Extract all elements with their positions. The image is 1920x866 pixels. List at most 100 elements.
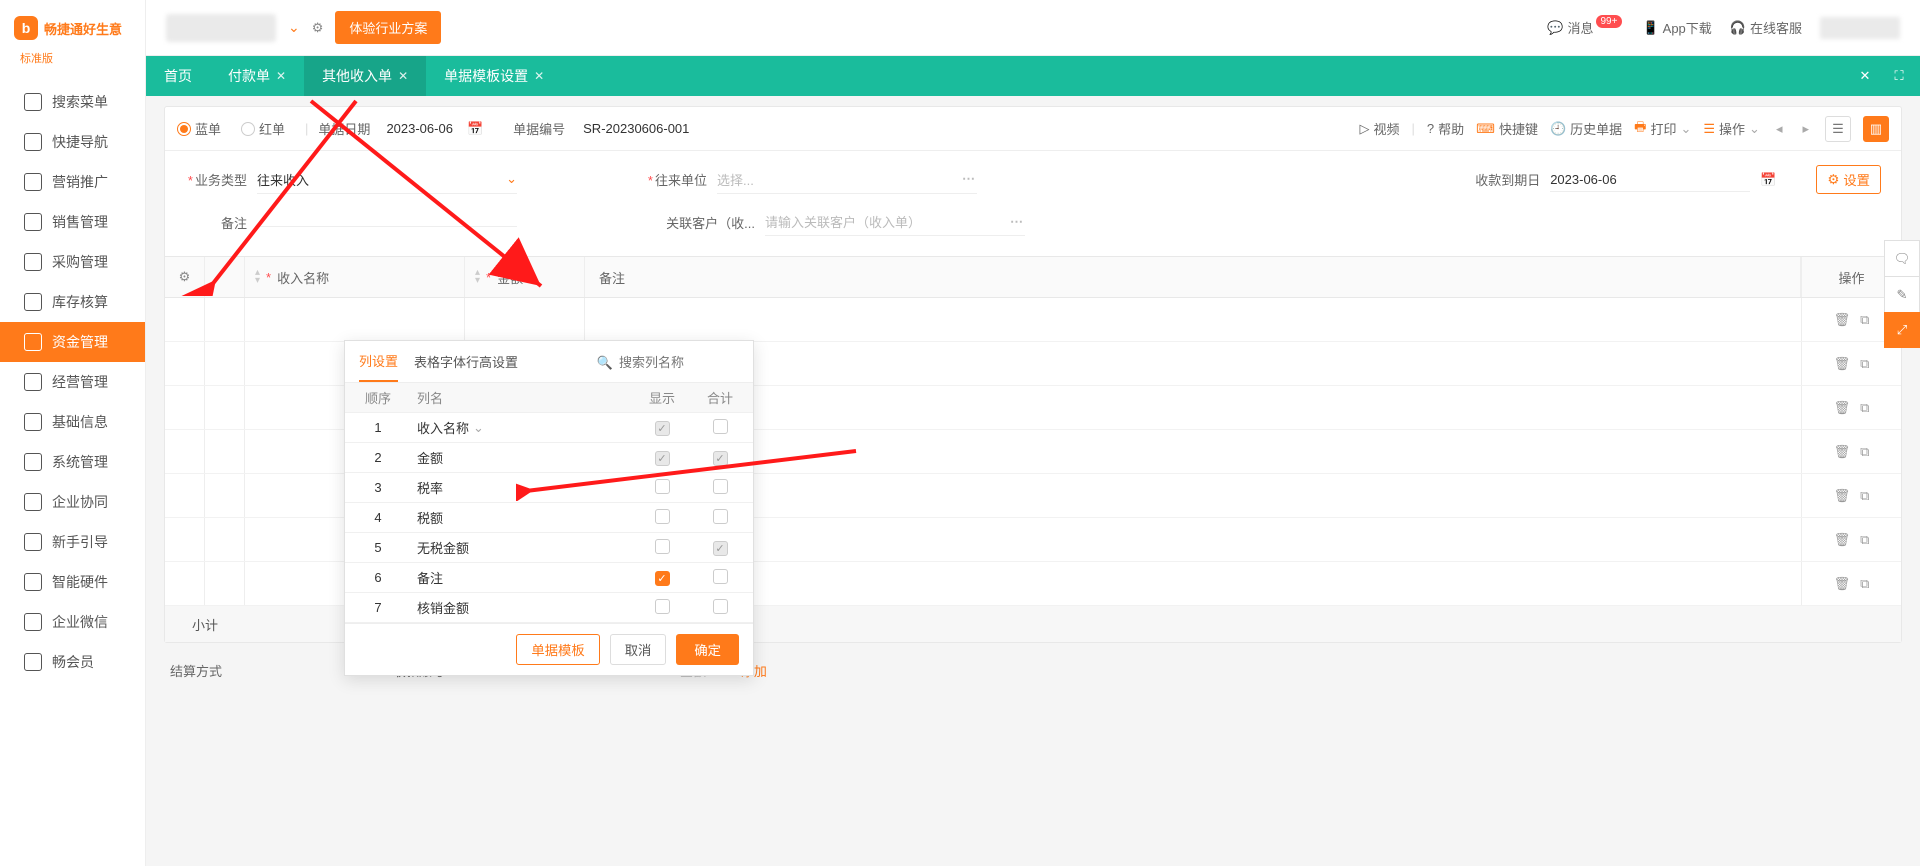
gear-icon[interactable]: ⚙ (312, 20, 324, 36)
sidebar-item-sync[interactable]: 系统管理 (0, 442, 145, 482)
sidebar-item-box[interactable]: 库存核算 (0, 282, 145, 322)
popover-tab-font[interactable]: 表格字体行高设置 (414, 352, 518, 381)
checkbox-off-icon[interactable] (655, 509, 670, 524)
delete-icon[interactable]: 🗑 (1834, 356, 1851, 372)
list-view-button[interactable]: ☰ (1825, 116, 1851, 142)
sidebar-item-wechat[interactable]: 企业微信 (0, 602, 145, 642)
delete-icon[interactable]: 🗑 (1834, 576, 1851, 592)
chevron-down-icon[interactable]: ⌄ (1749, 121, 1760, 137)
checkbox-off-icon[interactable] (713, 509, 728, 524)
more-icon[interactable]: ⋯ (1010, 214, 1025, 230)
delete-icon[interactable]: 🗑 (1834, 488, 1851, 504)
sidebar-item-bag[interactable]: 采购管理 (0, 242, 145, 282)
sidebar-item-wallet[interactable]: 资金管理 (0, 322, 145, 362)
prev-record-icon[interactable]: ◂ (1772, 121, 1787, 137)
next-record-icon[interactable]: ▸ (1798, 121, 1813, 137)
tab-首页[interactable]: 首页 (146, 56, 210, 96)
help-link[interactable]: ?帮助 (1427, 119, 1464, 138)
tab-label: 付款单 (228, 66, 270, 86)
sidebar-item-home[interactable]: 快捷导航 (0, 122, 145, 162)
popover-tab-columns[interactable]: 列设置 (359, 351, 398, 382)
video-link[interactable]: ▷视频 (1360, 119, 1400, 138)
checkbox-on-icon[interactable]: ✓ (655, 571, 670, 586)
radio-red[interactable]: 红单 (241, 119, 285, 138)
sidebar-item-vip[interactable]: 畅会员 (0, 642, 145, 682)
copy-icon[interactable]: ⧉ (1860, 400, 1869, 416)
support-link[interactable]: 🎧 在线客服 (1730, 18, 1802, 37)
close-tab-icon[interactable]: ✕ (1850, 61, 1880, 91)
sidebar-item-gift[interactable]: 营销推广 (0, 162, 145, 202)
calendar-icon[interactable]: 📅 (1760, 172, 1776, 188)
close-icon[interactable]: ✕ (398, 69, 408, 83)
radio-blue[interactable]: 蓝单 (177, 119, 221, 138)
history-link[interactable]: 🕘历史单据 (1550, 119, 1622, 138)
party-label: 往来单位 (655, 173, 707, 188)
table-row[interactable]: 🗑⧉ (165, 298, 1901, 342)
shortcut-link[interactable]: ⌨快捷键 (1476, 119, 1538, 138)
checkbox-off-icon[interactable] (655, 479, 670, 494)
checkbox-off-icon[interactable] (713, 479, 728, 494)
copy-icon[interactable]: ⧉ (1860, 312, 1869, 328)
customer-input[interactable]: 请输入关联客户（收入单） ⋯ (765, 208, 1025, 236)
grid-settings-button[interactable]: ⚙ (165, 257, 205, 297)
sidebar-item-device[interactable]: 智能硬件 (0, 562, 145, 602)
sidebar-item-search[interactable]: 搜索菜单 (0, 82, 145, 122)
close-icon[interactable]: ✕ (534, 69, 544, 83)
print-link[interactable]: 🖶打印 ⌄ (1634, 118, 1691, 140)
brand-edition: 标准版 (0, 50, 145, 66)
copy-icon[interactable]: ⧉ (1860, 444, 1869, 460)
dock-edit-icon[interactable]: ✎ (1884, 276, 1920, 312)
app-download-link[interactable]: 📱 App下载 (1642, 18, 1711, 37)
sidebar-item-org[interactable]: 企业协同 (0, 482, 145, 522)
operate-link[interactable]: ☰操作 ⌄ (1703, 119, 1760, 138)
settings-button[interactable]: ⚙设置 (1816, 165, 1881, 194)
tab-单据模板设置[interactable]: 单据模板设置✕ (426, 56, 562, 96)
party-select[interactable]: 选择... ⋯ (717, 166, 977, 194)
template-button[interactable]: 单据模板 (516, 634, 599, 665)
checkbox-off-icon[interactable] (713, 569, 728, 584)
copy-icon[interactable]: ⧉ (1860, 488, 1869, 504)
tab-付款单[interactable]: 付款单 ✕ (210, 56, 304, 96)
grid-col-income-name[interactable]: ▴▾*收入名称 (245, 257, 465, 297)
delete-icon[interactable]: 🗑 (1834, 532, 1851, 548)
checkbox-locked-icon: ✓ (655, 421, 670, 436)
popover-search-input[interactable] (619, 355, 739, 370)
remark-input[interactable] (257, 218, 517, 227)
copy-icon[interactable]: ⧉ (1860, 532, 1869, 548)
checkbox-off-icon[interactable] (713, 599, 728, 614)
more-icon[interactable]: ⋯ (962, 171, 977, 187)
sidebar-item-grid[interactable]: 基础信息 (0, 402, 145, 442)
wechat-icon (24, 613, 42, 631)
dock-expand-icon[interactable]: ⤢ (1884, 312, 1920, 348)
sidebar-item-chart[interactable]: 经营管理 (0, 362, 145, 402)
sidebar-item-play[interactable]: 新手引导 (0, 522, 145, 562)
tenant-switch-chevron-icon[interactable]: ⌄ (288, 19, 300, 36)
expand-icon[interactable]: ⛶ (1884, 61, 1914, 91)
messages-link[interactable]: 💬 消息 99+ (1547, 18, 1624, 37)
copy-icon[interactable]: ⧉ (1860, 356, 1869, 372)
copy-icon[interactable]: ⧉ (1860, 576, 1869, 592)
biz-type-select[interactable]: 往来收入 ⌄ (257, 166, 517, 194)
popover-row: 7核销金额 (345, 593, 753, 623)
cancel-button[interactable]: 取消 (610, 634, 667, 665)
tab-其他收入单[interactable]: 其他收入单✕ (304, 56, 426, 96)
delete-icon[interactable]: 🗑 (1834, 444, 1851, 460)
ok-button[interactable]: 确定 (676, 634, 739, 665)
close-icon[interactable]: ✕ (276, 69, 286, 83)
dock-note-icon[interactable]: 🗨 (1884, 240, 1920, 276)
card-view-button[interactable]: ▥ (1863, 116, 1889, 142)
checkbox-off-icon[interactable] (713, 419, 728, 434)
chevron-down-icon[interactable]: ⌄ (1680, 121, 1691, 137)
sidebar-item-diamond[interactable]: 销售管理 (0, 202, 145, 242)
delete-icon[interactable]: 🗑 (1834, 312, 1851, 328)
right-dock: 🗨 ✎ ⤢ (1884, 240, 1920, 348)
cta-industry-button[interactable]: 体验行业方案 (335, 11, 441, 44)
grid-col-amount[interactable]: ▴▾*金额 (465, 257, 585, 297)
due-date-input[interactable]: 2023-06-06 (1550, 168, 1750, 192)
delete-icon[interactable]: 🗑 (1834, 400, 1851, 416)
chevron-down-icon[interactable]: ⌄ (506, 171, 517, 187)
checkbox-off-icon[interactable] (655, 599, 670, 614)
calendar-icon[interactable]: 📅 (467, 121, 483, 137)
chevron-down-icon[interactable]: ⌄ (473, 420, 484, 436)
checkbox-off-icon[interactable] (655, 539, 670, 554)
